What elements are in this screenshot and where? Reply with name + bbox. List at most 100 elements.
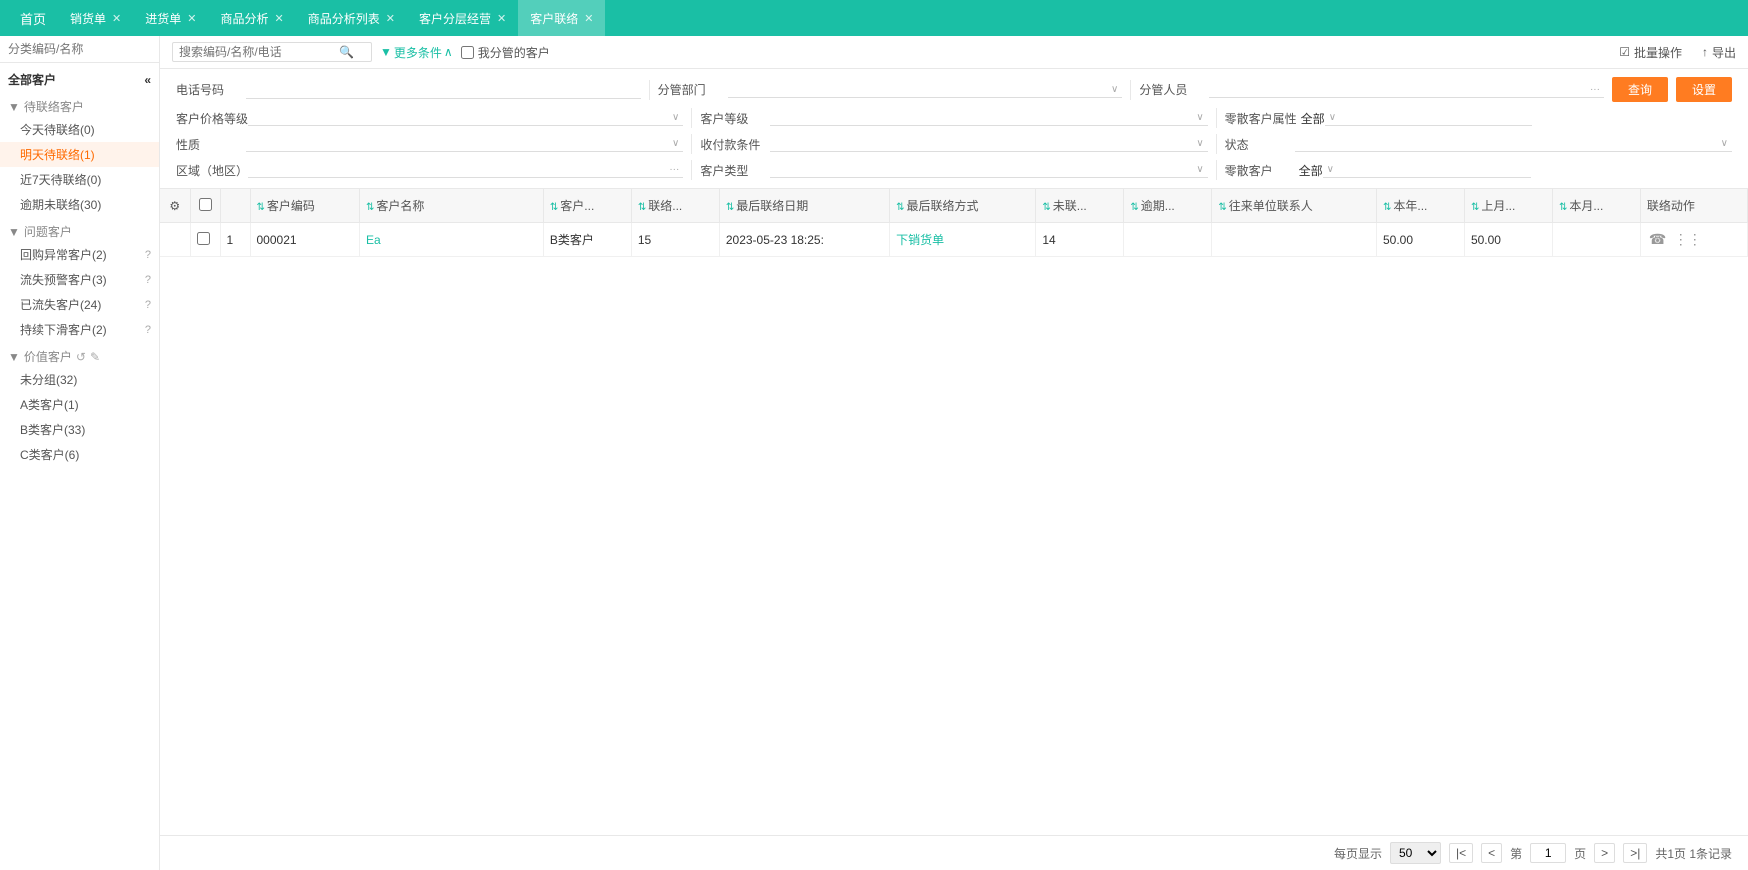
problem-expand-icon: ▼ (8, 225, 20, 239)
close-product-list-icon[interactable]: ✕ (386, 12, 395, 25)
my-customer-checkbox-wrap[interactable]: 我分管的客户 (461, 44, 550, 61)
search-input[interactable] (179, 45, 339, 59)
sort-last-date-icon: ⇅ (726, 202, 734, 213)
sort-last-month-icon: ⇅ (1471, 202, 1479, 213)
row-last-date: 2023-05-23 18:25: (719, 223, 889, 257)
batch-operation-btn[interactable]: ☑ 批量操作 (1619, 44, 1682, 61)
my-customer-checkbox[interactable] (461, 46, 474, 59)
row-idx: 1 (220, 223, 250, 257)
nav-product-analysis[interactable]: 商品分析 ✕ (208, 0, 295, 36)
nav-customer-contact[interactable]: 客户联络 ✕ (518, 0, 605, 36)
nav-purchase[interactable]: 进货单 ✕ (133, 0, 208, 36)
value-edit-icon[interactable]: ✎ (90, 350, 100, 364)
row-type: B类客户 (543, 223, 631, 257)
th-this-month[interactable]: ⇅本月... (1552, 189, 1640, 223)
filter-region-select[interactable]: ··· (248, 162, 683, 178)
close-purchase-icon[interactable]: ✕ (187, 12, 196, 25)
last-method-link[interactable]: 下销货单 (896, 233, 944, 247)
th-this-year[interactable]: ⇅本年... (1376, 189, 1464, 223)
th-type[interactable]: ⇅客户... (543, 189, 631, 223)
filter-person-select[interactable]: ··· (1209, 82, 1604, 98)
th-last-method[interactable]: ⇅最后联络方式 (890, 189, 1036, 223)
th-last-date[interactable]: ⇅最后联络日期 (719, 189, 889, 223)
sidebar-item-today-contact[interactable]: 今天待联络(0) (0, 117, 159, 142)
filter-divider-8 (1216, 160, 1217, 180)
th-contact-person[interactable]: ⇅往来单位联系人 (1212, 189, 1377, 223)
sort-contact-icon: ⇅ (638, 202, 646, 213)
export-btn[interactable]: ↑ 导出 (1702, 44, 1736, 61)
sidebar-item-churned[interactable]: 已流失客户(24) ? (0, 292, 159, 317)
prev-page-btn[interactable]: < (1481, 843, 1502, 863)
filter-retail-attr-select[interactable]: ∨ (1325, 110, 1533, 126)
filter-price-level-select[interactable]: ∨ (248, 110, 683, 126)
filter-more-btn[interactable]: ▼ 更多条件 ∧ (380, 44, 453, 61)
select-all-checkbox[interactable] (199, 198, 212, 211)
sort-unlinkd-icon: ⇅ (1042, 202, 1050, 213)
batch-op-icon: ☑ (1619, 45, 1630, 59)
reset-btn[interactable]: 设置 (1676, 77, 1732, 102)
row-select-checkbox[interactable] (197, 232, 210, 245)
filter-customer-type-select[interactable]: ∨ (770, 162, 1207, 178)
sidebar-item-continuous-decline[interactable]: 持续下滑客户(2) ? (0, 317, 159, 342)
row-checkbox[interactable] (190, 223, 220, 257)
th-unlinkd[interactable]: ⇅未联... (1036, 189, 1124, 223)
sidebar-collapse-icon[interactable]: « (144, 73, 151, 87)
query-btn[interactable]: 查询 (1612, 77, 1668, 102)
th-name[interactable]: ⇅客户名称 (359, 189, 543, 223)
sidebar-group-pending: ▼ 待联络客户 (0, 92, 159, 117)
th-checkbox[interactable] (190, 189, 220, 223)
nav-sales[interactable]: 销货单 ✕ (58, 0, 133, 36)
row-code: 000021 (250, 223, 359, 257)
th-contact[interactable]: ⇅联络... (631, 189, 719, 223)
page-number-input[interactable] (1530, 843, 1566, 863)
close-customer-tier-icon[interactable]: ✕ (497, 12, 506, 25)
value-refresh-icon[interactable]: ↺ (76, 350, 86, 364)
filter-divider-5 (691, 134, 692, 154)
sidebar-item-b-class[interactable]: B类客户(33) (0, 417, 159, 442)
last-page-btn[interactable]: >| (1623, 843, 1647, 863)
filter-dept-select[interactable]: ∨ (728, 82, 1123, 98)
action-phone-icon[interactable]: ☎ (1649, 231, 1666, 247)
close-customer-contact-icon[interactable]: ✕ (584, 12, 593, 25)
th-overdue[interactable]: ⇅逾期... (1124, 189, 1212, 223)
filter-status-select[interactable]: ∨ (1295, 136, 1732, 152)
filter-divider-7 (691, 160, 692, 180)
filter-retail-attr: 零散客户属性 全部 ∨ (1225, 110, 1732, 127)
nav-home[interactable]: 首页 (8, 0, 58, 36)
per-page-select[interactable]: 50 100 200 (1390, 842, 1441, 864)
customer-name-link[interactable]: Ea (366, 233, 381, 247)
sidebar-item-7days-contact[interactable]: 近7天待联络(0) (0, 167, 159, 192)
th-last-month[interactable]: ⇅上月... (1464, 189, 1552, 223)
nav-product-analysis-list[interactable]: 商品分析列表 ✕ (296, 0, 407, 36)
sidebar-item-a-class[interactable]: A类客户(1) (0, 392, 159, 417)
action-more-icon[interactable]: ⋮⋮ (1674, 231, 1702, 247)
sidebar-item-c-class[interactable]: C类客户(6) (0, 442, 159, 467)
filter-retail-customer-select[interactable]: ∨ (1323, 162, 1532, 178)
sidebar-all-customers[interactable]: 全部客户 « (0, 63, 159, 92)
nav-customer-tier[interactable]: 客户分层经营 ✕ (407, 0, 518, 36)
retail-customer-chevron-icon: ∨ (1327, 164, 1334, 175)
sidebar-search-input[interactable] (8, 42, 160, 56)
top-navigation: 首页 销货单 ✕ 进货单 ✕ 商品分析 ✕ 商品分析列表 ✕ 客户分层经营 ✕ … (0, 0, 1748, 36)
filter-phone-input[interactable] (246, 80, 641, 99)
sidebar-item-churn-warning[interactable]: 流失预警客户(3) ? (0, 267, 159, 292)
filter-customer-level-select[interactable]: ∨ (770, 110, 1207, 126)
filter-divider-4 (1216, 108, 1217, 128)
search-submit-icon[interactable]: 🔍 (339, 45, 354, 59)
sidebar-item-ungrouped[interactable]: 未分组(32) (0, 367, 159, 392)
sidebar-item-tomorrow-contact[interactable]: 明天待联络(1) (0, 142, 159, 167)
close-product-analysis-icon[interactable]: ✕ (275, 12, 284, 25)
close-sales-icon[interactable]: ✕ (112, 12, 121, 25)
filter-payment-select[interactable]: ∨ (770, 136, 1207, 152)
sort-this-year-icon: ⇅ (1383, 202, 1391, 213)
pending-expand-icon: ▼ (8, 100, 20, 114)
sidebar-item-overdue-contact[interactable]: 逾期未联络(30) (0, 192, 159, 217)
filter-nature-select[interactable]: ∨ (246, 136, 683, 152)
th-gear[interactable]: ⚙ (160, 189, 190, 223)
th-code[interactable]: ⇅客户编码 (250, 189, 359, 223)
value-expand-icon: ▼ (8, 350, 20, 364)
first-page-btn[interactable]: |< (1449, 843, 1473, 863)
next-page-btn[interactable]: > (1594, 843, 1615, 863)
sidebar-item-repurchase-abnormal[interactable]: 回购异常客户(2) ? (0, 242, 159, 267)
search-bar: 🔍 ▼ 更多条件 ∧ 我分管的客户 ☑ 批量操作 ↑ 导出 (160, 36, 1748, 69)
